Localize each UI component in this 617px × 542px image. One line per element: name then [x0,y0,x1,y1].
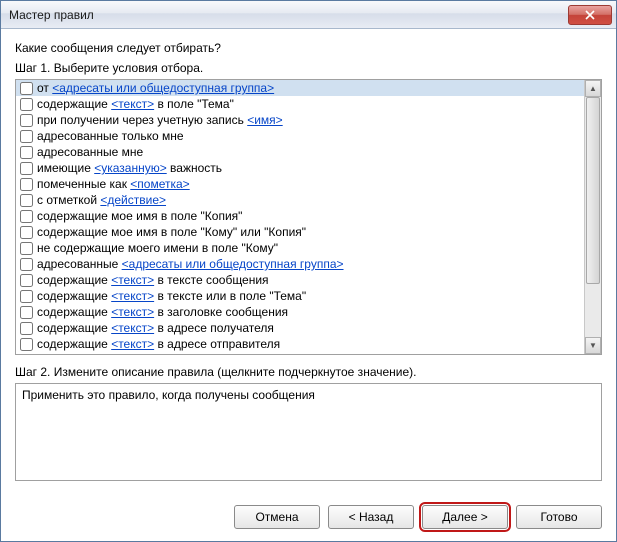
condition-link[interactable]: <указанную> [94,161,167,175]
rule-description-box[interactable]: Применить это правило, когда получены со… [15,383,602,481]
close-icon [585,10,595,20]
condition-row[interactable]: содержащие мое имя в поле "Кому" или "Ко… [16,224,584,240]
rules-wizard-window: Мастер правил Какие сообщения следует от… [0,0,617,542]
condition-row[interactable]: адресованные <адресаты или общедоступная… [16,256,584,272]
condition-text: содержащие <текст> в адресе получателя [37,320,274,336]
condition-link[interactable]: <имя> [111,353,146,354]
question-text: Какие сообщения следует отбирать? [15,41,602,55]
condition-checkbox[interactable] [20,242,33,255]
condition-row[interactable]: с отметкой <действие> [16,192,584,208]
condition-link[interactable]: <пометка> [130,177,189,191]
condition-row[interactable]: помеченные как <пометка> [16,176,584,192]
condition-checkbox[interactable] [20,210,33,223]
scroll-thumb[interactable] [586,97,600,284]
condition-text: содержащие <текст> в тексте или в поле "… [37,288,306,304]
condition-checkbox[interactable] [20,306,33,319]
condition-row[interactable]: адресованные мне [16,144,584,160]
scroll-down-button[interactable]: ▼ [585,337,601,354]
condition-text: при получении через учетную запись <имя> [37,112,283,128]
condition-text: содержащие <текст> в адресе отправителя [37,336,280,352]
condition-row[interactable]: не содержащие моего имени в поле "Кому" [16,240,584,256]
condition-row[interactable]: от <адресаты или общедоступная группа> [16,80,584,96]
condition-row[interactable]: содержащие <текст> в адресе отправителя [16,336,584,352]
condition-text: адресованные только мне [37,128,184,144]
rule-description-text: Применить это правило, когда получены со… [22,388,315,402]
condition-row[interactable]: содержащие <текст> в поле "Тема" [16,96,584,112]
next-button[interactable]: Далее > [422,505,508,529]
condition-text: содержащие <текст> в поле "Тема" [37,96,234,112]
condition-row[interactable]: содержащие <текст> в адресе получателя [16,320,584,336]
condition-text: не содержащие моего имени в поле "Кому" [37,240,278,256]
condition-link[interactable]: <текст> [111,337,154,351]
cancel-button[interactable]: Отмена [234,505,320,529]
condition-text: из категории <имя> [37,352,146,354]
condition-row[interactable]: содержащие мое имя в поле "Копия" [16,208,584,224]
close-button[interactable] [568,5,612,25]
step1-label: Шаг 1. Выберите условия отбора. [15,61,602,75]
scroll-track[interactable] [585,97,601,337]
back-button[interactable]: < Назад [328,505,414,529]
condition-text: содержащие <текст> в заголовке сообщения [37,304,288,320]
condition-text: содержащие <текст> в тексте сообщения [37,272,269,288]
condition-text: адресованные мне [37,144,143,160]
condition-checkbox[interactable] [20,146,33,159]
finish-button[interactable]: Готово [516,505,602,529]
condition-link[interactable]: <действие> [100,193,166,207]
titlebar: Мастер правил [1,1,616,29]
condition-row[interactable]: содержащие <текст> в заголовке сообщения [16,304,584,320]
condition-text: имеющие <указанную> важность [37,160,222,176]
condition-checkbox[interactable] [20,354,33,355]
condition-link[interactable]: <текст> [111,305,154,319]
condition-link[interactable]: <адресаты или общедоступная группа> [52,81,274,95]
button-row: Отмена < Назад Далее > Готово [1,495,616,541]
scroll-up-button[interactable]: ▲ [585,80,601,97]
condition-row[interactable]: адресованные только мне [16,128,584,144]
condition-checkbox[interactable] [20,322,33,335]
condition-checkbox[interactable] [20,130,33,143]
condition-checkbox[interactable] [20,290,33,303]
condition-row[interactable]: из категории <имя> [16,352,584,354]
condition-link[interactable]: <текст> [111,289,154,303]
condition-checkbox[interactable] [20,114,33,127]
condition-checkbox[interactable] [20,98,33,111]
condition-link[interactable]: <имя> [247,113,282,127]
condition-link[interactable]: <текст> [111,97,154,111]
condition-text: содержащие мое имя в поле "Копия" [37,208,242,224]
condition-text: с отметкой <действие> [37,192,166,208]
conditions-listbox: от <адресаты или общедоступная группа>со… [15,79,602,355]
condition-text: помеченные как <пометка> [37,176,190,192]
condition-checkbox[interactable] [20,226,33,239]
dialog-content: Какие сообщения следует отбирать? Шаг 1.… [1,29,616,495]
condition-link[interactable]: <текст> [111,321,154,335]
condition-checkbox[interactable] [20,338,33,351]
condition-link[interactable]: <текст> [111,273,154,287]
condition-row[interactable]: имеющие <указанную> важность [16,160,584,176]
vertical-scrollbar[interactable]: ▲ ▼ [584,80,601,354]
condition-checkbox[interactable] [20,274,33,287]
condition-checkbox[interactable] [20,162,33,175]
condition-text: от <адресаты или общедоступная группа> [37,80,274,96]
condition-text: содержащие мое имя в поле "Кому" или "Ко… [37,224,306,240]
condition-checkbox[interactable] [20,82,33,95]
condition-checkbox[interactable] [20,258,33,271]
condition-text: адресованные <адресаты или общедоступная… [37,256,344,272]
window-title: Мастер правил [9,8,568,22]
condition-link[interactable]: <адресаты или общедоступная группа> [122,257,344,271]
condition-row[interactable]: содержащие <текст> в тексте или в поле "… [16,288,584,304]
condition-row[interactable]: при получении через учетную запись <имя> [16,112,584,128]
condition-checkbox[interactable] [20,194,33,207]
step2-label: Шаг 2. Измените описание правила (щелкни… [15,365,602,379]
conditions-list[interactable]: от <адресаты или общедоступная группа>со… [16,80,584,354]
condition-checkbox[interactable] [20,178,33,191]
condition-row[interactable]: содержащие <текст> в тексте сообщения [16,272,584,288]
